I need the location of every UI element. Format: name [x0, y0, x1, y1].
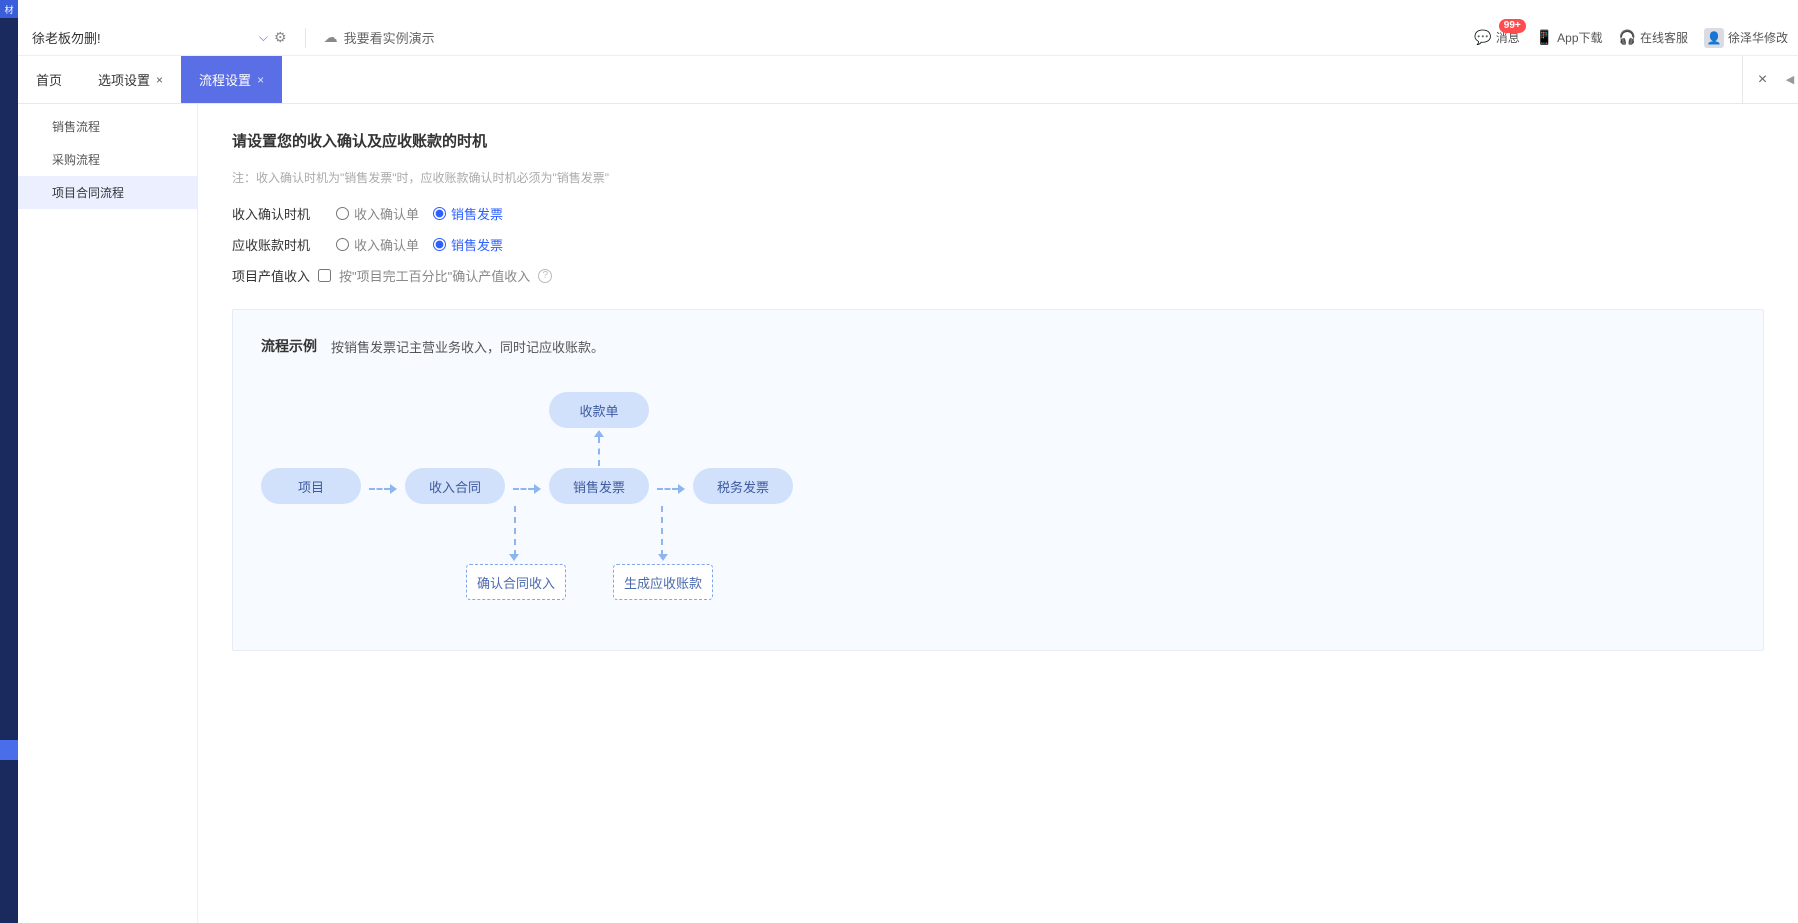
app-download-button[interactable]: 📱 App下载 [1536, 29, 1603, 46]
chevron-down-icon: ⌵ [259, 30, 268, 45]
content: 请设置您的收入确认及应收账款的时机 注：收入确认时机为"销售发票"时，应收账款确… [198, 104, 1798, 923]
flow-heading: 流程示例 [261, 336, 317, 356]
rail-top-badge: 材 [0, 0, 18, 18]
income-confirm-timing-row: 收入确认时机 收入确认单 销售发票 [232, 204, 1764, 223]
flow-example-box: 流程示例 按销售发票记主营业务收入，同时记应收账款。 项目 收入合同 销售发票 … [232, 309, 1764, 651]
connector-line [621, 506, 663, 556]
close-all-tabs-button[interactable]: × [1742, 56, 1782, 103]
arrow-up-icon [594, 430, 604, 466]
tab-home[interactable]: 首页 [18, 56, 80, 103]
avatar-icon: 👤 [1704, 28, 1724, 48]
messages-badge: 99+ [1499, 19, 1526, 33]
node-income-contract: 收入合同 [405, 468, 505, 504]
sidebar: 销售流程 采购流程 项目合同流程 [18, 104, 198, 923]
demo-link[interactable]: ☁ 我要看实例演示 [324, 28, 435, 47]
sidebar-item-purchase-flow[interactable]: 采购流程 [18, 143, 197, 176]
radio-label: 收入确认单 [354, 235, 419, 254]
arrow-icon [369, 484, 397, 494]
radio-income-confirm-doc[interactable]: 收入确认单 [336, 235, 419, 254]
demo-link-label: 我要看实例演示 [344, 28, 435, 47]
page-note: 注：收入确认时机为"销售发票"时，应收账款确认时机必须为"销售发票" [232, 169, 1764, 186]
ar-timing-row: 应收账款时机 收入确认单 销售发票 [232, 235, 1764, 254]
tab-options-label: 选项设置 [98, 70, 150, 89]
close-icon[interactable]: × [156, 73, 163, 87]
radio-sales-invoice[interactable]: 销售发票 [433, 204, 503, 223]
row-label: 收入确认时机 [232, 204, 322, 223]
node-confirm-contract-income: 确认合同收入 [466, 564, 566, 600]
node-sales-invoice: 销售发票 [549, 468, 649, 504]
radio-input[interactable] [336, 207, 349, 220]
help-icon[interactable]: ? [538, 269, 552, 283]
arrow-icon [657, 484, 685, 494]
org-selector[interactable]: 徐老板勿删! ⌵ [28, 28, 268, 47]
connector-line [514, 506, 576, 556]
node-tax-invoice: 税务发票 [693, 468, 793, 504]
support-label: 在线客服 [1640, 29, 1688, 46]
org-name: 徐老板勿删! [32, 28, 101, 47]
row-label: 应收账款时机 [232, 235, 322, 254]
body: 销售流程 采购流程 项目合同流程 请设置您的收入确认及应收账款的时机 注：收入确… [18, 104, 1798, 923]
spacer [282, 56, 1742, 103]
project-value-row: 项目产值收入 按"项目完工百分比"确认产值收入 ? [232, 266, 1764, 285]
radio-label: 收入确认单 [354, 204, 419, 223]
arrow-icon [513, 484, 541, 494]
percent-complete-checkbox[interactable] [318, 269, 331, 282]
arrow-down-icon [658, 554, 668, 561]
user-menu[interactable]: 👤 徐泽华修改 [1704, 28, 1788, 48]
rail-highlight [0, 740, 18, 760]
page-title: 请设置您的收入确认及应收账款的时机 [232, 130, 1764, 151]
flow-header: 流程示例 按销售发票记主营业务收入，同时记应收账款。 [261, 336, 1735, 356]
radio-label: 销售发票 [451, 204, 503, 223]
phone-icon: 📱 [1536, 29, 1553, 46]
node-generate-ar: 生成应收账款 [613, 564, 713, 600]
tab-options[interactable]: 选项设置 × [80, 56, 181, 103]
radio-input[interactable] [433, 238, 446, 251]
radio-income-confirm-doc[interactable]: 收入确认单 [336, 204, 419, 223]
radio-sales-invoice[interactable]: 销售发票 [433, 235, 503, 254]
node-receipt: 收款单 [549, 392, 649, 428]
row-label: 项目产值收入 [232, 266, 310, 285]
topbar: 徐老板勿删! ⌵ ⚙ ☁ 我要看实例演示 💬 消息 99+ 📱 App下载 🎧 … [18, 20, 1798, 56]
topbar-right: 💬 消息 99+ 📱 App下载 🎧 在线客服 👤 徐泽华修改 [1474, 28, 1788, 48]
sidebar-item-sales-flow[interactable]: 销售流程 [18, 110, 197, 143]
support-button[interactable]: 🎧 在线客服 [1619, 29, 1688, 46]
flow-description: 按销售发票记主营业务收入，同时记应收账款。 [331, 337, 604, 356]
close-icon[interactable]: × [257, 73, 264, 87]
collapse-icon[interactable]: ◀ [1782, 56, 1798, 103]
headset-icon: 🎧 [1619, 29, 1636, 46]
left-rail: 材 [0, 0, 18, 923]
separator [305, 28, 306, 48]
radio-label: 销售发票 [451, 235, 503, 254]
node-project: 项目 [261, 468, 361, 504]
app-download-label: App下载 [1557, 29, 1602, 46]
messages-button[interactable]: 💬 消息 99+ [1474, 29, 1519, 46]
message-icon: 💬 [1474, 29, 1491, 46]
radio-input[interactable] [336, 238, 349, 251]
tab-flow-settings[interactable]: 流程设置 × [181, 56, 282, 103]
tab-home-label: 首页 [36, 70, 62, 89]
tabs-row: 首页 选项设置 × 流程设置 × × ◀ [18, 56, 1798, 104]
cloud-icon: ☁ [324, 29, 338, 46]
flow-canvas: 项目 收入合同 销售发票 税务发票 收款单 确认合同收入 生成应收账款 [261, 380, 1735, 610]
gear-icon[interactable]: ⚙ [274, 29, 287, 46]
radio-input[interactable] [433, 207, 446, 220]
sidebar-item-project-contract-flow[interactable]: 项目合同流程 [18, 176, 197, 209]
arrow-down-icon [509, 554, 519, 561]
tab-flow-label: 流程设置 [199, 70, 251, 89]
user-name: 徐泽华修改 [1728, 29, 1788, 46]
checkbox-label: 按"项目完工百分比"确认产值收入 [339, 266, 530, 285]
